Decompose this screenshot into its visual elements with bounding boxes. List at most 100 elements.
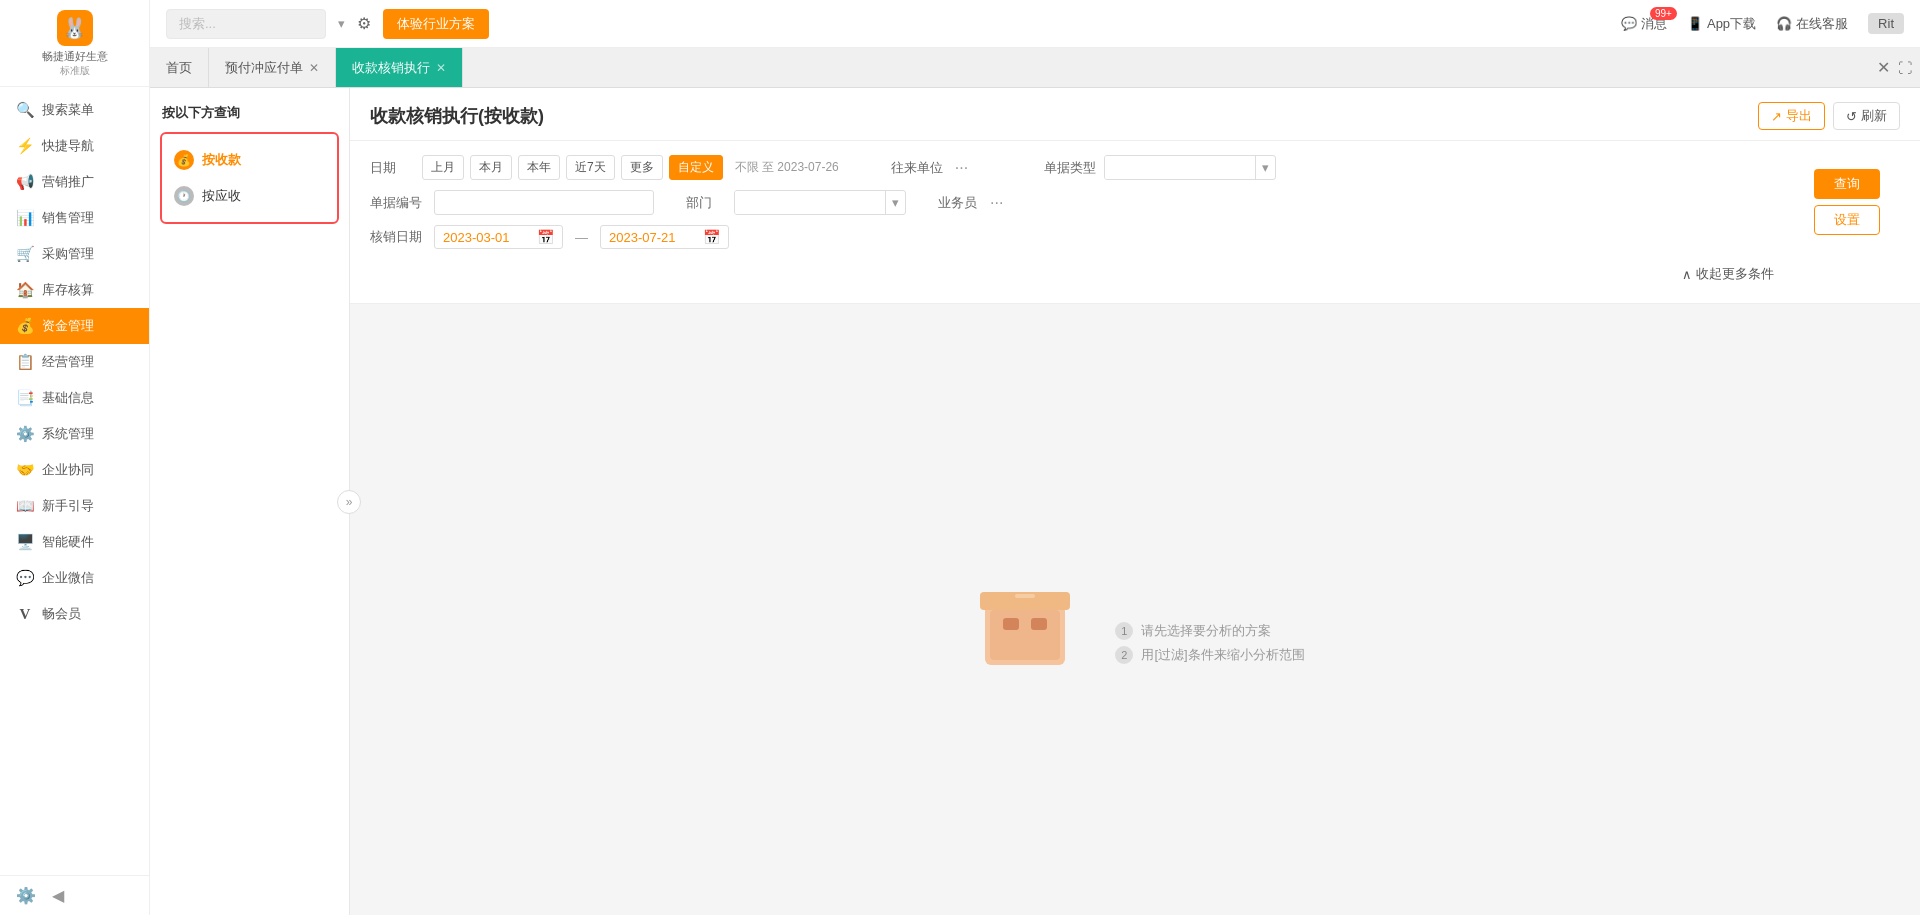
staff-dots[interactable]: ··· xyxy=(986,194,1007,212)
collapse-sidebar-icon[interactable]: ◀ xyxy=(52,886,64,905)
verify-date-start-input[interactable] xyxy=(443,230,533,245)
tab-prepay-label: 预付冲应付单 xyxy=(225,59,303,77)
date-quick-buttons: 上月 本月 本年 近7天 更多 自定义 xyxy=(422,155,723,180)
doc-type-select[interactable]: ▾ xyxy=(1104,155,1276,180)
empty-hints: 1 请先选择要分析的方案 2 用[过滤]条件来缩小分析范围 xyxy=(1115,622,1304,670)
finance-icon: 💰 xyxy=(16,317,34,335)
app-name: 畅捷通好生意 xyxy=(42,49,108,64)
date-btn-more[interactable]: 更多 xyxy=(621,155,663,180)
filter-receivable-icon: 🕐 xyxy=(174,186,194,206)
collab-icon: 🤝 xyxy=(16,461,34,479)
tabbar-close-all-icon[interactable]: ✕ xyxy=(1877,58,1890,77)
date-btn-last-month[interactable]: 上月 xyxy=(422,155,464,180)
date-btn-this-year[interactable]: 本年 xyxy=(518,155,560,180)
sidebar-item-member[interactable]: V 畅会员 xyxy=(0,596,149,632)
filter-by-receipt-label: 按收款 xyxy=(202,151,241,169)
dept-select[interactable]: ▾ xyxy=(734,190,906,215)
sidebar-item-collab[interactable]: 🤝 企业协同 xyxy=(0,452,149,488)
sidebar-item-inventory[interactable]: 🏠 库存核算 xyxy=(0,272,149,308)
verify-date-start-cal-icon[interactable]: 📅 xyxy=(537,229,554,245)
export-icon: ↗ xyxy=(1771,109,1782,124)
date-btn-7days[interactable]: 近7天 xyxy=(566,155,615,180)
dept-arrow[interactable]: ▾ xyxy=(885,191,905,214)
user-profile[interactable]: Rit xyxy=(1868,13,1904,34)
collapse-more-btn[interactable]: ∧ 收起更多条件 xyxy=(370,259,1794,289)
sidebar-logo: 🐰 畅捷通好生意 标准版 xyxy=(0,0,149,87)
sidebar-item-label: 基础信息 xyxy=(42,389,94,407)
filter-by-receipt[interactable]: 💰 按收款 xyxy=(162,142,337,178)
filter-row-1: 日期 上月 本月 本年 近7天 更多 自定义 不限 至 2023-07-26 xyxy=(370,155,1794,180)
sidebar-item-basic-info[interactable]: 📑 基础信息 xyxy=(0,380,149,416)
member-icon: V xyxy=(16,606,34,623)
sidebar-item-label: 智能硬件 xyxy=(42,533,94,551)
service-button[interactable]: 🎧 在线客服 xyxy=(1776,15,1848,33)
topbar-search-box: 搜索... xyxy=(166,9,326,39)
tabbar-right: ✕ ⛶ xyxy=(1869,58,1920,77)
sidebar-item-purchase[interactable]: 🛒 采购管理 xyxy=(0,236,149,272)
tab-collection-label: 收款核销执行 xyxy=(352,59,430,77)
verify-date-end-wrap: 📅 xyxy=(600,225,729,249)
refresh-icon: ↺ xyxy=(1846,109,1857,124)
sidebar-item-operation[interactable]: 📋 经营管理 xyxy=(0,344,149,380)
sidebar-item-search[interactable]: 🔍 搜索菜单 xyxy=(0,92,149,128)
export-button[interactable]: ↗ 导出 xyxy=(1758,102,1825,130)
doc-type-label: 单据类型 xyxy=(1044,159,1096,177)
doc-no-label: 单据编号 xyxy=(370,194,422,212)
tabbar-expand-icon[interactable]: ⛶ xyxy=(1898,60,1912,76)
counterpart-label: 往来单位 xyxy=(891,159,943,177)
settings-bottom-icon[interactable]: ⚙️ xyxy=(16,886,36,905)
sidebar-item-wechat[interactable]: 💬 企业微信 xyxy=(0,560,149,596)
page-title: 收款核销执行(按收款) xyxy=(370,104,544,128)
empty-state: 1 请先选择要分析的方案 2 用[过滤]条件来缩小分析范围 xyxy=(350,304,1920,915)
marketing-icon: 📢 xyxy=(16,173,34,191)
staff-label: 业务员 xyxy=(938,194,978,212)
filter-by-receivable[interactable]: 🕐 按应收 xyxy=(162,178,337,214)
filter-sidebar-collapse-btn[interactable]: » xyxy=(337,490,361,514)
solution-button[interactable]: 体验行业方案 xyxy=(383,9,489,39)
page-content: 按以下方查询 » 💰 按收款 🕐 按应收 收款核销执行(按收款) xyxy=(150,88,1920,915)
topbar-right-actions: 💬 消息 99+ 📱 App下载 🎧 在线客服 Rit xyxy=(1621,13,1904,34)
topbar-dropdown-icon[interactable]: ▾ xyxy=(338,16,345,31)
sidebar-item-guide[interactable]: 📖 新手引导 xyxy=(0,488,149,524)
sidebar-item-label: 新手引导 xyxy=(42,497,94,515)
app-download-button[interactable]: 📱 App下载 xyxy=(1687,15,1756,33)
refresh-button[interactable]: ↺ 刷新 xyxy=(1833,102,1900,130)
sidebar-item-system[interactable]: ⚙️ 系统管理 xyxy=(0,416,149,452)
tab-prepay-close[interactable]: ✕ xyxy=(309,61,319,75)
empty-hint-2: 2 用[过滤]条件来缩小分析范围 xyxy=(1115,646,1304,664)
hint-num-2: 2 xyxy=(1115,646,1133,664)
operation-icon: 📋 xyxy=(16,353,34,371)
filter-sidebar-title: 按以下方查询 xyxy=(150,100,349,132)
tab-prepay[interactable]: 预付冲应付单 ✕ xyxy=(209,48,336,87)
counterpart-dots[interactable]: ··· xyxy=(951,159,972,177)
dept-input[interactable] xyxy=(735,191,885,214)
tab-home-label: 首页 xyxy=(166,59,192,77)
doc-type-input[interactable] xyxy=(1105,156,1255,179)
sidebar-item-label: 企业协同 xyxy=(42,461,94,479)
settings-button[interactable]: 设置 xyxy=(1814,205,1880,235)
tab-collection-close[interactable]: ✕ xyxy=(436,61,446,75)
sidebar-item-quick-nav[interactable]: ⚡ 快捷导航 xyxy=(0,128,149,164)
date-range-dash: — xyxy=(575,230,588,245)
sales-icon: 📊 xyxy=(16,209,34,227)
message-button[interactable]: 💬 消息 99+ xyxy=(1621,15,1667,33)
sidebar-item-label: 经营管理 xyxy=(42,353,94,371)
sidebar-item-sales[interactable]: 📊 销售管理 xyxy=(0,200,149,236)
hardware-icon: 🖥️ xyxy=(16,533,34,551)
tab-home[interactable]: 首页 xyxy=(150,48,209,87)
sidebar-item-finance[interactable]: 💰 资金管理 xyxy=(0,308,149,344)
verify-date-end-cal-icon[interactable]: 📅 xyxy=(703,229,720,245)
verify-date-end-input[interactable] xyxy=(609,230,699,245)
date-btn-this-month[interactable]: 本月 xyxy=(470,155,512,180)
tab-collection[interactable]: 收款核销执行 ✕ xyxy=(336,48,463,87)
sidebar-item-marketing[interactable]: 📢 营销推广 xyxy=(0,164,149,200)
doc-type-arrow[interactable]: ▾ xyxy=(1255,156,1275,179)
date-btn-custom[interactable]: 自定义 xyxy=(669,155,723,180)
svg-rect-5 xyxy=(1015,594,1035,598)
doc-no-input[interactable] xyxy=(434,190,654,215)
purchase-icon: 🛒 xyxy=(16,245,34,263)
message-icon: 💬 xyxy=(1621,16,1637,31)
topbar-gear-icon[interactable]: ⚙ xyxy=(357,14,371,33)
sidebar-item-hardware[interactable]: 🖥️ 智能硬件 xyxy=(0,524,149,560)
query-button[interactable]: 查询 xyxy=(1814,169,1880,199)
